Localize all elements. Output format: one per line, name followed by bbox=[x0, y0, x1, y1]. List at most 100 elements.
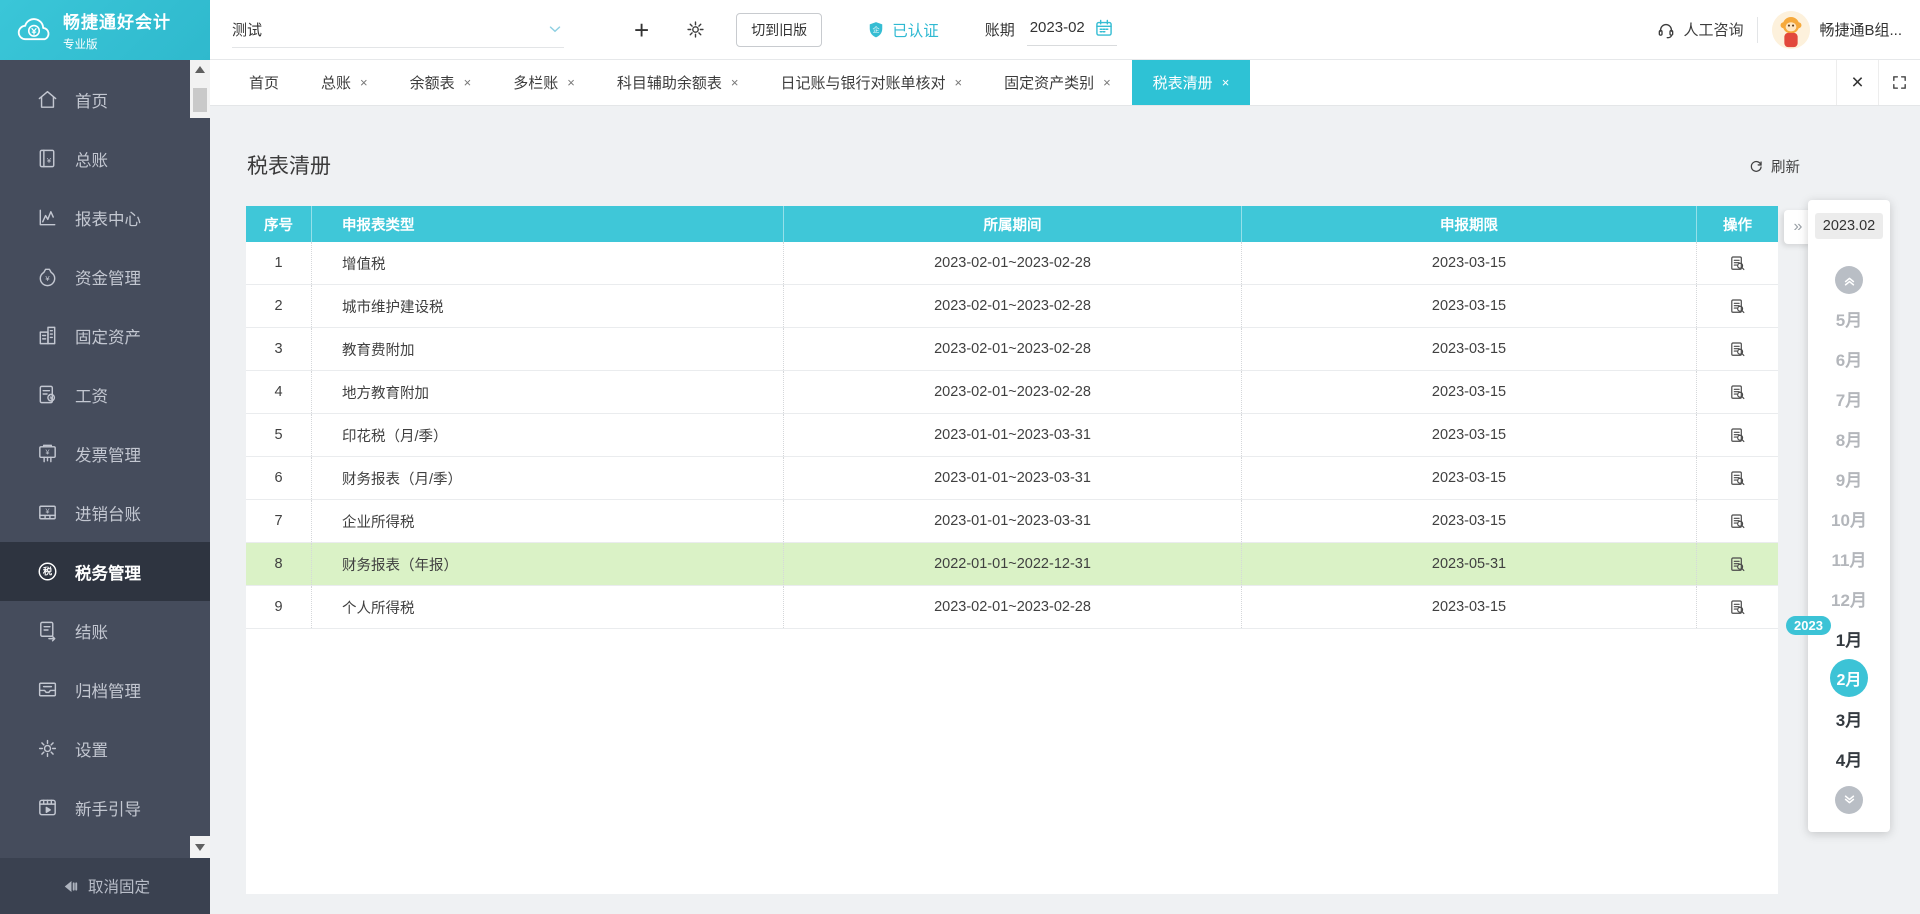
row-period: 2023-01-01~2023-03-31 bbox=[783, 414, 1241, 456]
row-deadline: 2023-03-15 bbox=[1241, 285, 1696, 327]
sidebar-item-payroll[interactable]: ¥ 工资 bbox=[0, 365, 210, 424]
sidebar-item-archive[interactable]: 归档管理 bbox=[0, 660, 210, 719]
table-row[interactable]: 1 增值税 2023-02-01~2023-02-28 2023-03-15 bbox=[246, 242, 1778, 285]
tab-余额表[interactable]: 余额表 × bbox=[389, 60, 493, 105]
user-menu[interactable]: 畅捷通B组... bbox=[1772, 10, 1902, 49]
row-actions bbox=[1696, 328, 1778, 370]
tab-科目辅助余额表[interactable]: 科目辅助余额表 × bbox=[596, 60, 760, 105]
tab-close-icon[interactable]: × bbox=[360, 75, 368, 90]
row-period: 2022-01-01~2022-12-31 bbox=[783, 543, 1241, 585]
column-header-2: 所属期间 bbox=[783, 206, 1241, 242]
tax-icon: 税 bbox=[36, 560, 59, 583]
period-picker[interactable]: 2023-02 bbox=[1026, 14, 1117, 46]
view-report-button[interactable] bbox=[1728, 297, 1747, 316]
tab-日记账与银行对账单核对[interactable]: 日记账与银行对账单核对 × bbox=[759, 60, 983, 105]
view-report-button[interactable] bbox=[1728, 598, 1747, 617]
month-item-2月[interactable]: 2月 bbox=[1808, 658, 1890, 698]
tab-label: 日记账与银行对账单核对 bbox=[780, 75, 946, 92]
month-item-4月[interactable]: 4月 bbox=[1808, 738, 1890, 778]
table-row[interactable]: 7 企业所得税 2023-01-01~2023-03-31 2023-03-15 bbox=[246, 500, 1778, 543]
table-row[interactable]: 6 财务报表（月/季） 2023-01-01~2023-03-31 2023-03-1… bbox=[246, 457, 1778, 500]
sidebar-item-gear[interactable]: 设置 bbox=[0, 719, 210, 778]
table-row[interactable]: 4 地方教育附加 2023-02-01~2023-02-28 2023-03-15 bbox=[246, 371, 1778, 414]
sidebar-item-ledger[interactable]: ¥ 总账 bbox=[0, 129, 210, 188]
settings-gear-icon[interactable] bbox=[685, 19, 706, 40]
sidebar-item-invoice[interactable]: ¥ 发票管理 bbox=[0, 424, 210, 483]
ledger-icon: ¥ bbox=[36, 147, 59, 170]
scrollbar-thumb[interactable] bbox=[193, 88, 207, 112]
month-item-11月[interactable]: 11月 bbox=[1808, 538, 1890, 578]
table-row[interactable]: 3 教育费附加 2023-02-01~2023-02-28 2023-03-15 bbox=[246, 328, 1778, 371]
month-item-12月[interactable]: 12月 bbox=[1808, 578, 1890, 618]
human-support-button[interactable]: 人工咨询 bbox=[1656, 19, 1743, 40]
row-no: 9 bbox=[274, 599, 283, 615]
sidebar-item-chart[interactable]: 报表中心 bbox=[0, 188, 210, 247]
month-item-7月[interactable]: 7月 bbox=[1808, 378, 1890, 418]
tab-多栏账[interactable]: 多栏账 × bbox=[492, 60, 596, 105]
selected-month: 2月 bbox=[1830, 659, 1868, 697]
month-item-6月[interactable]: 6月 bbox=[1808, 338, 1890, 378]
fullscreen-button[interactable] bbox=[1878, 60, 1920, 105]
tab-close-icon[interactable]: × bbox=[1222, 75, 1230, 90]
certified-badge[interactable]: 企 已认证 bbox=[866, 19, 939, 41]
current-period-box[interactable]: 2023.02 bbox=[1815, 213, 1883, 239]
view-report-button[interactable] bbox=[1728, 555, 1747, 574]
sidebar-item-guide[interactable]: 新手引导 bbox=[0, 778, 210, 837]
sidebar-scrollbar[interactable] bbox=[190, 60, 210, 118]
row-actions bbox=[1696, 371, 1778, 413]
row-actions bbox=[1696, 543, 1778, 585]
view-report-button[interactable] bbox=[1728, 512, 1747, 531]
sidebar-item-inventory[interactable]: ¥ 进销台账 bbox=[0, 483, 210, 542]
inventory-icon: ¥ bbox=[36, 501, 59, 524]
month-item-5月[interactable]: 5月 bbox=[1808, 298, 1890, 338]
sidebar-item-assets[interactable]: 固定资产 bbox=[0, 306, 210, 365]
workspace-select[interactable]: 测试 bbox=[232, 12, 564, 48]
tab-close-icon[interactable]: × bbox=[464, 75, 472, 90]
sidebar-item-home[interactable]: 首页 bbox=[0, 70, 210, 129]
tab-首页[interactable]: 首页 bbox=[228, 60, 300, 105]
tab-close-icon[interactable]: × bbox=[1103, 75, 1111, 90]
tab-固定资产类别[interactable]: 固定资产类别 × bbox=[983, 60, 1132, 105]
svg-text:¥: ¥ bbox=[45, 274, 50, 283]
tax-table-card: 序号 申报表类型 所属期间 申报期限 操作 1 增值税 2023-02-01~2023-02… bbox=[246, 206, 1778, 894]
switch-old-version-button[interactable]: 切到旧版 bbox=[736, 12, 823, 47]
tab-close-icon[interactable]: × bbox=[731, 75, 739, 90]
tab-close-icon[interactable]: × bbox=[954, 75, 962, 90]
tab-税表清册[interactable]: 税表清册 × bbox=[1131, 60, 1251, 105]
app-logo[interactable]: 畅捷通好会计 专业版 bbox=[0, 0, 210, 60]
sidebar-item-closing[interactable]: 结账 bbox=[0, 601, 210, 660]
month-list: 5月 6月 7月 8月 9月 10月 11月 12月 1月 2月 3月 4月 bbox=[1808, 298, 1890, 778]
view-report-button[interactable] bbox=[1728, 254, 1747, 273]
month-item-3月[interactable]: 3月 bbox=[1808, 698, 1890, 738]
sidebar-item-funds[interactable]: ¥ 资金管理 bbox=[0, 247, 210, 306]
view-report-button[interactable] bbox=[1728, 340, 1747, 359]
tab-close-icon[interactable]: × bbox=[567, 75, 575, 90]
refresh-button[interactable]: 刷新 bbox=[1748, 156, 1800, 177]
scroll-up-arrow-icon[interactable] bbox=[195, 66, 205, 73]
scroll-down-button[interactable] bbox=[190, 836, 210, 858]
view-report-button[interactable] bbox=[1728, 469, 1747, 488]
table-row[interactable]: 5 印花税（月/季） 2023-01-01~2023-03-31 2023-03-15 bbox=[246, 414, 1778, 457]
month-item-10月[interactable]: 10月 bbox=[1808, 498, 1890, 538]
add-account-set-button[interactable]: + bbox=[634, 17, 649, 43]
row-no: 7 bbox=[274, 513, 283, 529]
sidebar-item-tax[interactable]: 税 税务管理 bbox=[0, 542, 210, 601]
months-scroll-down-button[interactable] bbox=[1835, 786, 1863, 814]
table-row[interactable]: 9 个人所得税 2023-02-01~2023-02-28 2023-03-15 bbox=[246, 586, 1778, 629]
sidebar-item-label: 设置 bbox=[75, 741, 108, 760]
row-no: 2 bbox=[274, 298, 283, 314]
month-item-9月[interactable]: 9月 bbox=[1808, 458, 1890, 498]
unpin-sidebar-button[interactable]: 取消固定 bbox=[0, 858, 210, 914]
view-report-button[interactable] bbox=[1728, 426, 1747, 445]
sidebar-item-label: 新手引导 bbox=[75, 800, 141, 819]
close-tab-button[interactable]: × bbox=[1836, 60, 1878, 105]
table-row[interactable]: 2 城市维护建设税 2023-02-01~2023-02-28 2023-03-15 bbox=[246, 285, 1778, 328]
tab-总账[interactable]: 总账 × bbox=[300, 60, 389, 105]
view-report-button[interactable] bbox=[1728, 383, 1747, 402]
months-scroll-up-button[interactable] bbox=[1835, 266, 1863, 294]
row-actions bbox=[1696, 500, 1778, 542]
svg-text:企: 企 bbox=[873, 25, 880, 34]
shield-cert-icon: 企 bbox=[866, 20, 886, 40]
month-item-8月[interactable]: 8月 bbox=[1808, 418, 1890, 458]
table-row[interactable]: 8 财务报表（年报） 2022-01-01~2022-12-31 2023-05-31 bbox=[246, 543, 1778, 586]
